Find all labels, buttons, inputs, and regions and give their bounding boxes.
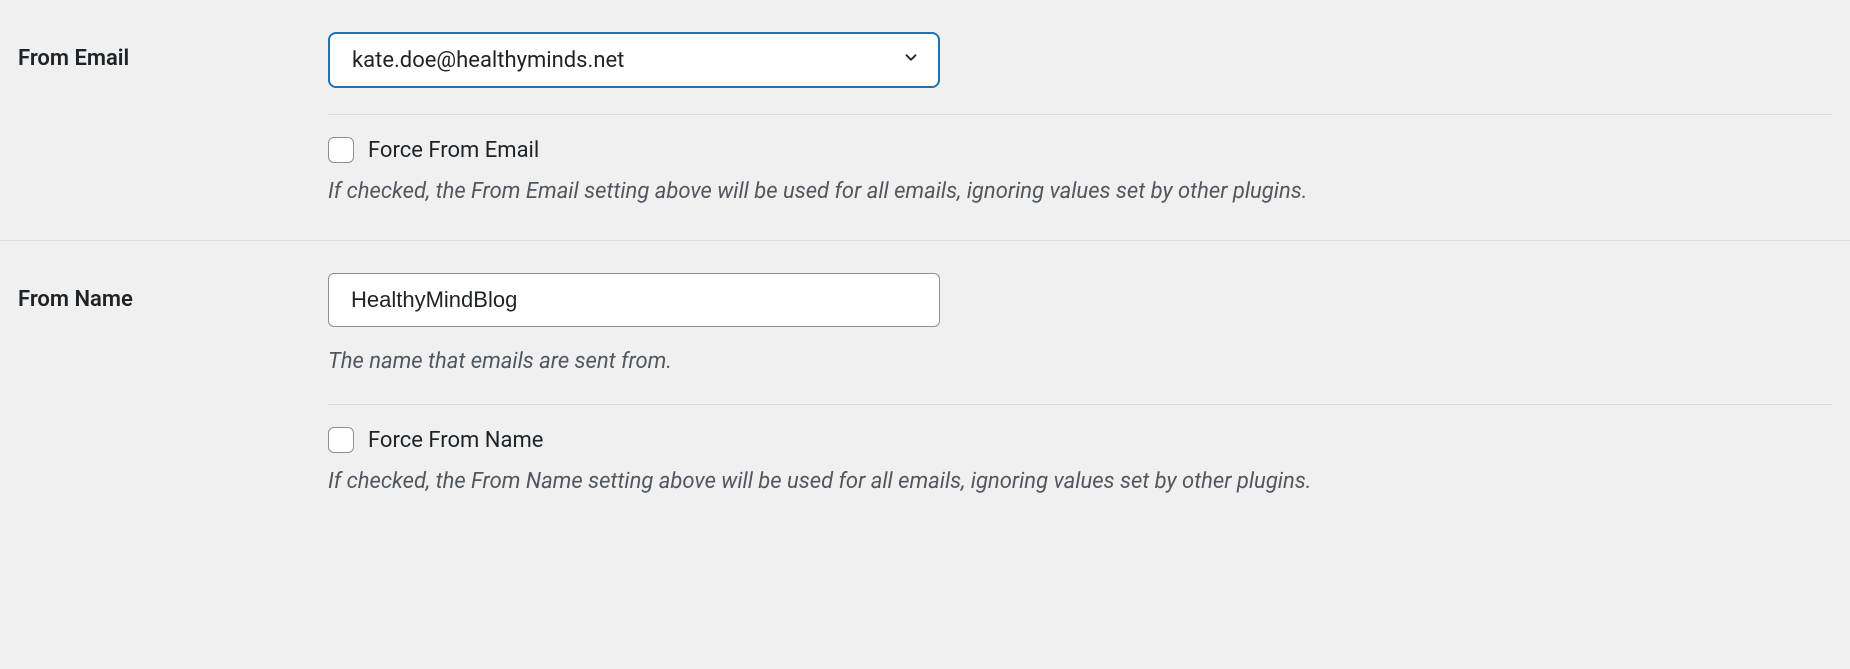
force-from-name-checkbox[interactable]	[328, 427, 354, 453]
force-from-email-description: If checked, the From Email setting above…	[328, 175, 1832, 208]
divider	[328, 404, 1832, 405]
setting-row-from-email: From Email kate.doe@healthyminds.net For…	[0, 0, 1850, 240]
from-email-selected-value: kate.doe@healthyminds.net	[352, 48, 624, 73]
settings-table: From Email kate.doe@healthyminds.net For…	[0, 0, 1850, 530]
from-name-input[interactable]	[328, 273, 940, 327]
label-col: From Email	[18, 32, 328, 71]
setting-row-from-name: From Name The name that emails are sent …	[0, 240, 1850, 530]
force-from-name-description: If checked, the From Name setting above …	[328, 465, 1832, 498]
force-from-email-checkbox[interactable]	[328, 137, 354, 163]
force-from-email-row: Force From Email	[328, 137, 1832, 163]
control-col: kate.doe@healthyminds.net Force From Ema…	[328, 32, 1850, 208]
control-col: The name that emails are sent from. Forc…	[328, 273, 1850, 498]
from-email-label: From Email	[18, 46, 129, 71]
from-name-description: The name that emails are sent from.	[328, 345, 1832, 378]
divider	[328, 114, 1832, 115]
from-email-select[interactable]: kate.doe@healthyminds.net	[328, 32, 940, 88]
label-col: From Name	[18, 273, 328, 312]
from-email-select-wrap: kate.doe@healthyminds.net	[328, 32, 940, 88]
force-from-name-row: Force From Name	[328, 427, 1832, 453]
force-from-email-checkbox-label[interactable]: Force From Email	[368, 138, 539, 163]
force-from-name-checkbox-label[interactable]: Force From Name	[368, 428, 543, 453]
from-name-label: From Name	[18, 287, 133, 312]
